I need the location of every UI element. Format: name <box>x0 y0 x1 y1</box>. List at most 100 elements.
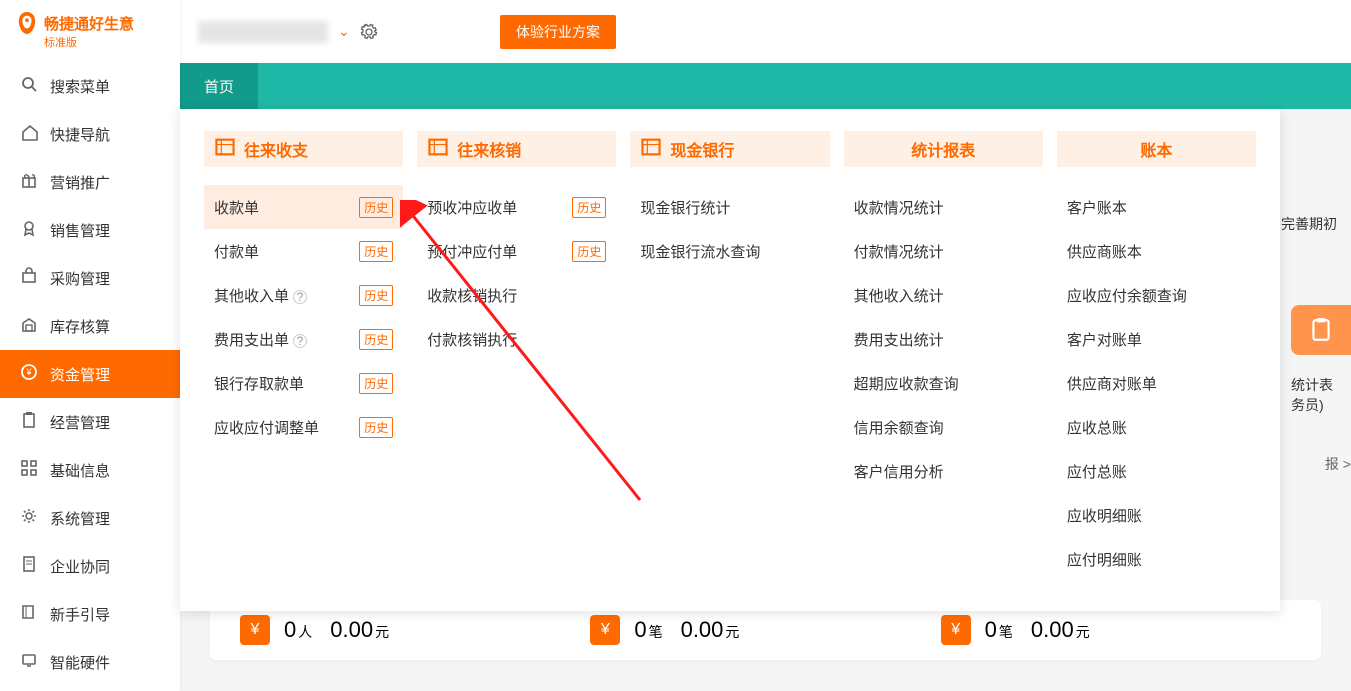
mega-item[interactable]: 供应商账本 <box>1057 229 1256 273</box>
mega-item[interactable]: 应收应付余额查询 <box>1057 273 1256 317</box>
sidebar-item-3[interactable]: 销售管理 <box>0 206 180 254</box>
history-tag[interactable]: 历史 <box>359 329 393 350</box>
org-selector[interactable]: ⌄ <box>198 21 478 43</box>
sidebar-item-5[interactable]: 库存核算 <box>0 302 180 350</box>
topbar: ⌄ 体验行业方案 <box>180 0 1351 63</box>
mega-item[interactable]: 收款情况统计 <box>844 185 1043 229</box>
mega-item-label: 现金银行流水查询 <box>640 241 760 262</box>
sidebar-item-label: 采购管理 <box>50 268 110 289</box>
gear-icon[interactable] <box>360 23 378 41</box>
experience-button[interactable]: 体验行业方案 <box>500 15 616 49</box>
sidebar-item-8[interactable]: 基础信息 <box>0 446 180 494</box>
page-header: 首页 <box>180 63 1351 109</box>
history-tag[interactable]: 历史 <box>359 285 393 306</box>
sidebar-item-label: 系统管理 <box>50 508 110 529</box>
right-hint-1: 完善期初 <box>1281 214 1351 234</box>
mega-item-label: 费用支出单? <box>214 329 307 350</box>
sidebar-nav: 搜索菜单快捷导航营销推广销售管理采购管理库存核算¥资金管理经营管理基础信息系统管… <box>0 62 180 686</box>
mega-item[interactable]: 现金银行流水查询 <box>630 229 829 273</box>
mega-item-label: 付款单 <box>214 241 259 262</box>
mega-item[interactable]: 费用支出单? 历史 <box>204 317 403 361</box>
chevron-down-icon: ⌄ <box>338 23 350 40</box>
mega-item[interactable]: 应付总账 <box>1057 449 1256 493</box>
clipboard-icon <box>1308 317 1334 343</box>
mega-col-title: 现金银行 <box>670 137 734 161</box>
history-tag[interactable]: 历史 <box>359 197 393 218</box>
mega-col-4: 账本客户账本供应商账本应收应付余额查询客户对账单供应商对账单应收总账应付总账应收… <box>1057 131 1256 581</box>
sheet-icon <box>214 136 236 163</box>
mega-item[interactable]: 费用支出统计 <box>844 317 1043 361</box>
mega-item[interactable]: 应收明细账 <box>1057 493 1256 537</box>
grid-icon <box>20 459 38 481</box>
sidebar-item-2[interactable]: 营销推广 <box>0 158 180 206</box>
gift-icon <box>20 171 38 193</box>
mega-col-title: 统计报表 <box>911 137 975 161</box>
mega-item-label: 付款核销执行 <box>427 329 517 350</box>
mega-item[interactable]: 客户对账单 <box>1057 317 1256 361</box>
mega-item-label: 预付冲应付单 <box>427 241 517 262</box>
history-tag[interactable]: 历史 <box>359 373 393 394</box>
wallet-icon: ¥ <box>941 615 971 645</box>
mega-col-header: 往来核销 <box>417 131 616 167</box>
mega-item[interactable]: 超期应收款查询 <box>844 361 1043 405</box>
sidebar-item-0[interactable]: 搜索菜单 <box>0 62 180 110</box>
badge-icon <box>20 219 38 241</box>
mega-item[interactable]: 收款单 历史 <box>204 185 403 229</box>
mega-col-header: 现金银行 <box>630 131 829 167</box>
mega-item-label: 预收冲应收单 <box>427 197 517 218</box>
sidebar-item-label: 经营管理 <box>50 412 110 433</box>
mega-item[interactable]: 供应商对账单 <box>1057 361 1256 405</box>
mega-item-label: 费用支出统计 <box>854 329 944 350</box>
mega-item[interactable]: 应收应付调整单历史 <box>204 405 403 449</box>
mega-item[interactable]: 其他收入统计 <box>844 273 1043 317</box>
sidebar-item-6[interactable]: ¥资金管理 <box>0 350 180 398</box>
sidebar-item-label: 销售管理 <box>50 220 110 241</box>
mega-item[interactable]: 客户账本 <box>1057 185 1256 229</box>
sidebar-item-label: 基础信息 <box>50 460 110 481</box>
tab-home[interactable]: 首页 <box>180 63 258 109</box>
sidebar-item-label: 企业协同 <box>50 556 110 577</box>
brand-logo-icon <box>16 10 38 36</box>
sidebar-item-1[interactable]: 快捷导航 <box>0 110 180 158</box>
mega-item[interactable]: 现金银行统计 <box>630 185 829 229</box>
mega-item[interactable]: 应付明细账 <box>1057 537 1256 581</box>
mega-item[interactable]: 预收冲应收单 历史 <box>417 185 616 229</box>
mega-item[interactable]: 付款情况统计 <box>844 229 1043 273</box>
search-icon <box>20 75 38 97</box>
stat-2: ¥ 0笔 0.00元 <box>590 615 940 645</box>
mega-col-header: 统计报表 <box>844 131 1043 167</box>
mega-item[interactable]: 预付冲应付单 历史 <box>417 229 616 273</box>
history-tag[interactable]: 历史 <box>572 197 606 218</box>
mega-item-label: 付款情况统计 <box>854 241 944 262</box>
mega-item[interactable]: 应收总账 <box>1057 405 1256 449</box>
help-icon[interactable]: ? <box>293 290 307 304</box>
sidebar-item-4[interactable]: 采购管理 <box>0 254 180 302</box>
mega-col-header: 账本 <box>1057 131 1256 167</box>
mega-item[interactable]: 信用余额查询 <box>844 405 1043 449</box>
right-hint-3[interactable]: 报 > <box>1325 454 1351 474</box>
history-tag[interactable]: 历史 <box>359 241 393 262</box>
brand-block: 畅捷通好生意 标准版 <box>0 0 180 56</box>
sidebar-item-9[interactable]: 系统管理 <box>0 494 180 542</box>
mega-item[interactable]: 客户信用分析 <box>844 449 1043 493</box>
sidebar-item-10[interactable]: 企业协同 <box>0 542 180 590</box>
mega-item[interactable]: 付款单 历史 <box>204 229 403 273</box>
history-tag[interactable]: 历史 <box>572 241 606 262</box>
help-icon[interactable]: ? <box>293 334 307 348</box>
tv-icon <box>20 651 38 673</box>
mega-item[interactable]: 银行存取款单历史 <box>204 361 403 405</box>
stat-3: ¥ 0笔 0.00元 <box>941 615 1291 645</box>
history-tag[interactable]: 历史 <box>359 417 393 438</box>
mega-item[interactable]: 其他收入单?历史 <box>204 273 403 317</box>
right-float-button[interactable] <box>1291 305 1351 355</box>
mega-item-label: 收款单 <box>214 197 259 218</box>
mega-item-label: 应付总账 <box>1067 461 1127 482</box>
sidebar-item-12[interactable]: 智能硬件 <box>0 638 180 686</box>
doc-icon <box>20 555 38 577</box>
mega-item-label: 供应商对账单 <box>1067 373 1157 394</box>
sidebar-item-7[interactable]: 经营管理 <box>0 398 180 446</box>
sidebar-item-11[interactable]: 新手引导 <box>0 590 180 638</box>
mega-item[interactable]: 收款核销执行 <box>417 273 616 317</box>
mega-item[interactable]: 付款核销执行 <box>417 317 616 361</box>
money-icon: ¥ <box>20 363 38 385</box>
